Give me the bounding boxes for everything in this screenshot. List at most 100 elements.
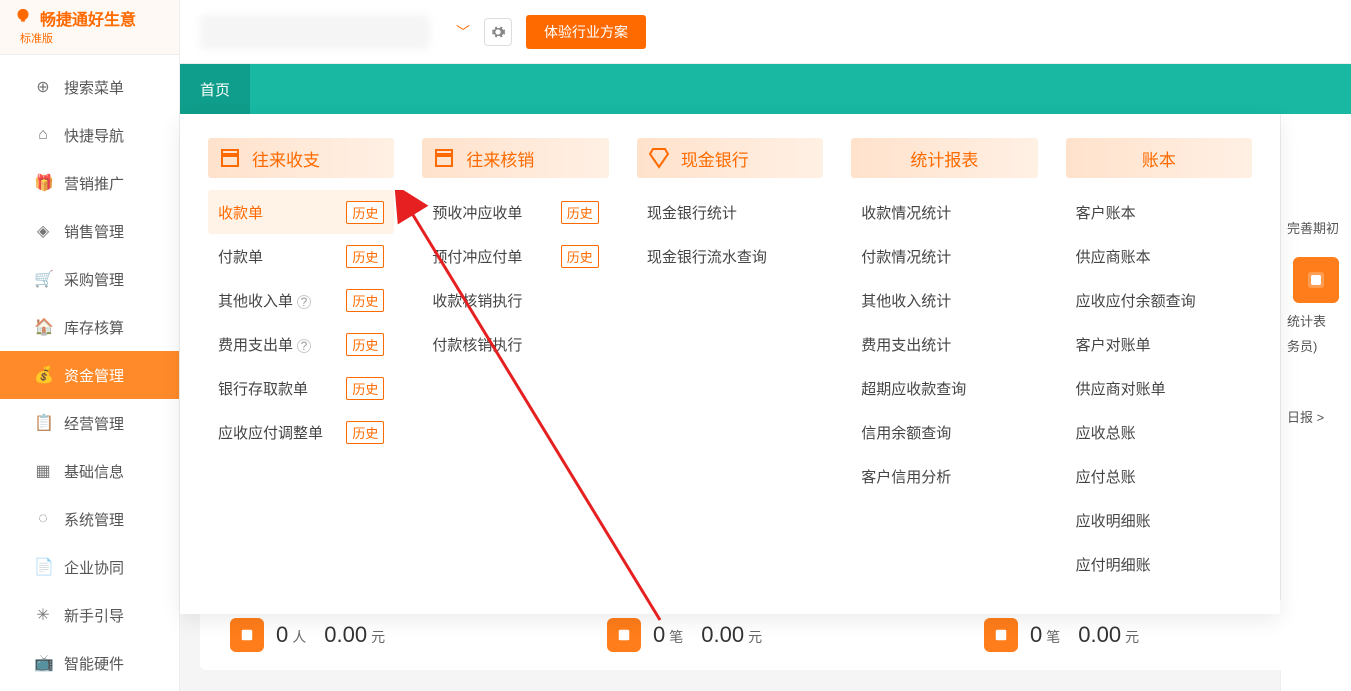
sidebar-item-3[interactable]: ◈销售管理 bbox=[0, 207, 179, 255]
mega-item[interactable]: 其他收入单? 历史 bbox=[208, 278, 394, 322]
stat-count: 0 bbox=[653, 622, 665, 648]
mega-item[interactable]: 其他收入统计 bbox=[851, 278, 1037, 322]
gutter-chip-icon[interactable] bbox=[1293, 257, 1339, 303]
mega-item[interactable]: 供应商账本 bbox=[1066, 234, 1252, 278]
column-header-icon bbox=[218, 146, 242, 170]
mega-item[interactable]: 应收应付调整单历史 bbox=[208, 410, 394, 454]
gutter-hint[interactable]: 日报 > bbox=[1287, 407, 1345, 426]
sidebar-item-label: 智能硬件 bbox=[64, 653, 124, 674]
mega-item[interactable]: 费用支出统计 bbox=[851, 322, 1037, 366]
history-badge[interactable]: 历史 bbox=[346, 289, 384, 312]
sidebar-item-label: 销售管理 bbox=[64, 221, 124, 242]
mega-item[interactable]: 现金银行统计 bbox=[637, 190, 823, 234]
history-badge[interactable]: 历史 bbox=[346, 245, 384, 268]
sidebar-icon: ▦ bbox=[34, 461, 52, 481]
stat-icon bbox=[230, 618, 264, 652]
stat-amount: 0.00 bbox=[324, 622, 367, 648]
mega-item-label: 现金银行流水查询 bbox=[647, 246, 767, 267]
stat-1: 0笔0.00元 bbox=[607, 618, 924, 652]
mega-col-header: 统计报表 bbox=[851, 138, 1037, 178]
gutter-hint: 完善期初 bbox=[1287, 218, 1345, 237]
mega-item-label: 应收应付余额查询 bbox=[1076, 290, 1196, 311]
mega-item[interactable]: 应收明细账 bbox=[1066, 498, 1252, 542]
mega-item[interactable]: 现金银行流水查询 bbox=[637, 234, 823, 278]
nav-list: ⊕搜索菜单⌂快捷导航🎁营销推广◈销售管理🛒采购管理🏠库存核算💰资金管理📋经营管理… bbox=[0, 55, 179, 687]
mega-item-label: 收款核销执行 bbox=[432, 290, 522, 311]
gear-icon[interactable] bbox=[484, 18, 512, 46]
mega-item-label: 付款单 bbox=[218, 246, 263, 267]
mega-item[interactable]: 预付冲应付单 历史 bbox=[422, 234, 608, 278]
sidebar-item-11[interactable]: ✳新手引导 bbox=[0, 591, 179, 639]
mega-item-label: 其他收入单? bbox=[218, 290, 311, 311]
mega-item[interactable]: 信用余额查询 bbox=[851, 410, 1037, 454]
brand-logo-icon bbox=[12, 7, 34, 29]
help-icon[interactable]: ? bbox=[297, 339, 311, 353]
stat-0: 0人0.00元 bbox=[230, 618, 547, 652]
mega-item[interactable]: 收款情况统计 bbox=[851, 190, 1037, 234]
mega-item[interactable]: 供应商对账单 bbox=[1066, 366, 1252, 410]
mega-item[interactable]: 客户对账单 bbox=[1066, 322, 1252, 366]
sidebar: 畅捷通好生意 标准版 ⊕搜索菜单⌂快捷导航🎁营销推广◈销售管理🛒采购管理🏠库存核… bbox=[0, 0, 180, 691]
mega-item[interactable]: 收款单历史 bbox=[208, 190, 394, 234]
brand-edition: 标准版 bbox=[20, 30, 53, 46]
gutter-hint: 务员) bbox=[1287, 336, 1345, 355]
chevron-down-icon[interactable]: ﹀ bbox=[456, 22, 470, 42]
sidebar-item-7[interactable]: 📋经营管理 bbox=[0, 399, 179, 447]
sidebar-item-8[interactable]: ▦基础信息 bbox=[0, 447, 179, 495]
history-badge[interactable]: 历史 bbox=[561, 245, 599, 268]
mega-item[interactable]: 应收总账 bbox=[1066, 410, 1252, 454]
mega-col-header: 往来核销 bbox=[422, 138, 608, 178]
mega-item[interactable]: 客户账本 bbox=[1066, 190, 1252, 234]
mega-item-label: 付款情况统计 bbox=[861, 246, 951, 267]
history-badge[interactable]: 历史 bbox=[346, 333, 384, 356]
history-badge[interactable]: 历史 bbox=[346, 377, 384, 400]
mega-item[interactable]: 应收应付余额查询 bbox=[1066, 278, 1252, 322]
mega-col-1: 往来核销预收冲应收单历史预付冲应付单 历史收款核销执行付款核销执行 bbox=[408, 138, 622, 590]
tab-home[interactable]: 首页 bbox=[180, 64, 250, 114]
mega-col-title: 往来核销 bbox=[466, 146, 534, 171]
sidebar-icon: 💰 bbox=[34, 365, 52, 385]
mega-col-3: 统计报表收款情况统计付款情况统计其他收入统计费用支出统计超期应收款查询信用余额查… bbox=[837, 138, 1051, 590]
sidebar-item-label: 搜索菜单 bbox=[64, 77, 124, 98]
mega-item[interactable]: 费用支出单? 历史 bbox=[208, 322, 394, 366]
sidebar-item-6[interactable]: 💰资金管理 bbox=[0, 351, 179, 399]
mega-col-header: 往来收支 bbox=[208, 138, 394, 178]
cta-button[interactable]: 体验行业方案 bbox=[526, 15, 646, 49]
gutter-hint: 统计表 bbox=[1287, 311, 1345, 330]
stat-amount-unit: 元 bbox=[371, 627, 385, 647]
mega-item-label: 预付冲应付单 bbox=[432, 246, 522, 267]
mega-item[interactable]: 付款情况统计 bbox=[851, 234, 1037, 278]
mega-item-label: 应收总账 bbox=[1076, 422, 1136, 443]
help-icon[interactable]: ? bbox=[297, 295, 311, 309]
mega-item[interactable]: 收款核销执行 bbox=[422, 278, 608, 322]
sidebar-icon: ✳ bbox=[34, 605, 52, 625]
history-badge[interactable]: 历史 bbox=[561, 201, 599, 224]
mega-col-title: 统计报表 bbox=[910, 146, 978, 171]
sidebar-icon: 📋 bbox=[34, 413, 52, 433]
mega-item-label: 供应商账本 bbox=[1076, 246, 1151, 267]
mega-item-label: 费用支出单? bbox=[218, 334, 311, 355]
sidebar-item-12[interactable]: 📺智能硬件 bbox=[0, 639, 179, 687]
sidebar-item-1[interactable]: ⌂快捷导航 bbox=[0, 111, 179, 159]
sidebar-item-2[interactable]: 🎁营销推广 bbox=[0, 159, 179, 207]
sidebar-item-0[interactable]: ⊕搜索菜单 bbox=[0, 63, 179, 111]
history-badge[interactable]: 历史 bbox=[346, 201, 384, 224]
sidebar-item-10[interactable]: 📄企业协同 bbox=[0, 543, 179, 591]
mega-item[interactable]: 客户信用分析 bbox=[851, 454, 1037, 498]
topbar: ﹀ 体验行业方案 bbox=[180, 0, 1351, 64]
mega-item[interactable]: 付款单 历史 bbox=[208, 234, 394, 278]
sidebar-icon: 🎁 bbox=[34, 173, 52, 193]
mega-item[interactable]: 超期应收款查询 bbox=[851, 366, 1037, 410]
sidebar-item-5[interactable]: 🏠库存核算 bbox=[0, 303, 179, 351]
org-selector[interactable] bbox=[200, 15, 430, 49]
history-badge[interactable]: 历史 bbox=[346, 421, 384, 444]
mega-item-label: 应付明细账 bbox=[1076, 554, 1151, 575]
mega-item[interactable]: 银行存取款单历史 bbox=[208, 366, 394, 410]
mega-item[interactable]: 预收冲应收单历史 bbox=[422, 190, 608, 234]
mega-item[interactable]: 付款核销执行 bbox=[422, 322, 608, 366]
sidebar-item-9[interactable]: ◌系统管理 bbox=[0, 495, 179, 543]
mega-col-header: 账本 bbox=[1066, 138, 1252, 178]
mega-item[interactable]: 应付明细账 bbox=[1066, 542, 1252, 586]
mega-item[interactable]: 应付总账 bbox=[1066, 454, 1252, 498]
sidebar-item-4[interactable]: 🛒采购管理 bbox=[0, 255, 179, 303]
